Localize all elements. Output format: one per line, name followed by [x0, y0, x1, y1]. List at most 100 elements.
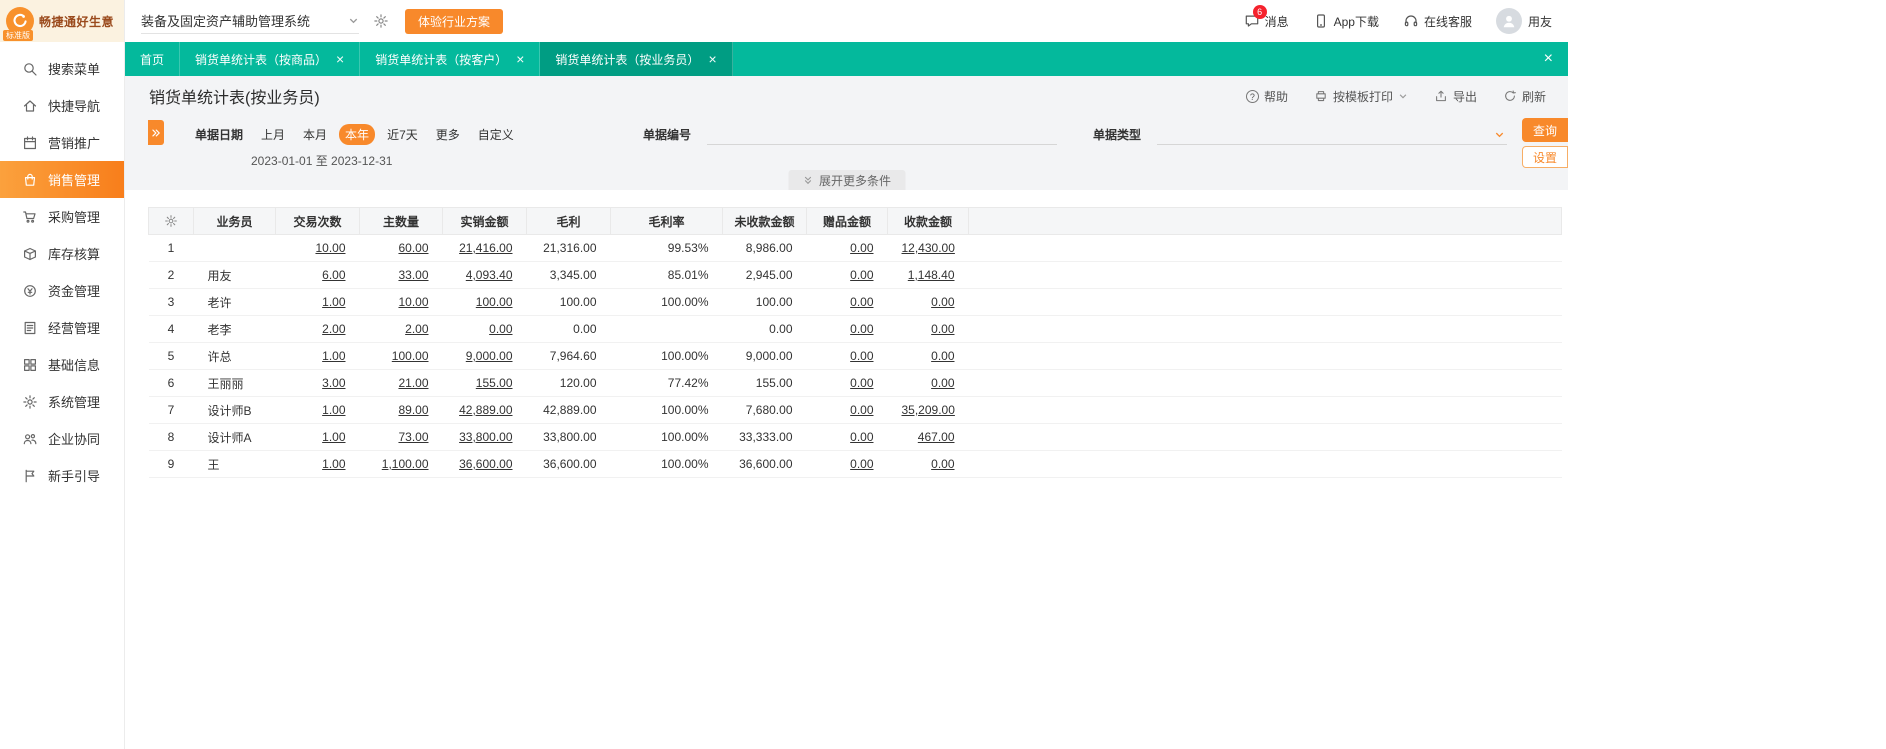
date-option-上月[interactable]: 上月 [255, 124, 291, 145]
settings-button[interactable]: 设置 [1522, 146, 1568, 168]
date-option-近7天[interactable]: 近7天 [381, 124, 424, 145]
drilldown-link[interactable]: 0.00 [850, 241, 873, 255]
tab-close-icon[interactable]: × [516, 52, 524, 66]
tab-0[interactable]: 首页 [125, 42, 181, 76]
sidebar-item-快捷导航[interactable]: 快捷导航 [0, 87, 124, 124]
drilldown-link[interactable]: 0.00 [850, 268, 873, 282]
sidebar-item-新手引导[interactable]: 新手引导 [0, 457, 124, 494]
workspace-settings-gear-icon[interactable] [373, 13, 389, 29]
drilldown-link[interactable]: 60.00 [398, 241, 428, 255]
industry-solution-button[interactable]: 体验行业方案 [405, 8, 504, 34]
online-service-button[interactable]: 在线客服 [1403, 13, 1472, 30]
close-all-tabs-icon[interactable]: × [1529, 42, 1568, 76]
column-header-未收款金额[interactable]: 未收款金额 [722, 207, 807, 235]
tab-2[interactable]: 销货单统计表（按客户） × [360, 42, 541, 76]
app-download-button[interactable]: App下载 [1313, 13, 1379, 30]
drilldown-link[interactable]: 467.00 [918, 430, 955, 444]
date-option-自定义[interactable]: 自定义 [472, 124, 520, 145]
drilldown-link[interactable]: 6.00 [322, 268, 345, 282]
drilldown-link[interactable]: 12,430.00 [902, 241, 955, 255]
tab-3[interactable]: 销货单统计表（按业务员） × [540, 42, 733, 76]
drilldown-link[interactable]: 1.00 [322, 430, 345, 444]
drilldown-link[interactable]: 2.00 [405, 322, 428, 336]
drilldown-link[interactable]: 0.00 [850, 430, 873, 444]
drilldown-link[interactable]: 1.00 [322, 403, 345, 417]
drilldown-link[interactable]: 100.00 [476, 295, 513, 309]
sidebar-item-搜索菜单[interactable]: 搜索菜单 [0, 50, 124, 87]
drilldown-link[interactable]: 21,416.00 [459, 241, 512, 255]
date-option-本月[interactable]: 本月 [297, 124, 333, 145]
sidebar-item-经营管理[interactable]: 经营管理 [0, 309, 124, 346]
tab-1[interactable]: 销货单统计表（按商品） × [180, 42, 361, 76]
column-header-实销金额[interactable]: 实销金额 [442, 207, 527, 235]
refresh-button[interactable]: 刷新 [1503, 88, 1546, 105]
date-option-更多[interactable]: 更多 [430, 124, 466, 145]
product-select[interactable]: 装备及固定资产辅助管理系统 [141, 8, 359, 34]
doc-no-input[interactable] [707, 124, 1058, 145]
drilldown-link[interactable]: 73.00 [398, 430, 428, 444]
drilldown-link[interactable]: 0.00 [489, 322, 512, 336]
drilldown-link[interactable]: 10.00 [315, 241, 345, 255]
export-button[interactable]: 导出 [1434, 88, 1477, 105]
drilldown-link[interactable]: 1,148.40 [908, 268, 955, 282]
drilldown-link[interactable]: 0.00 [931, 295, 954, 309]
column-header-业务员[interactable]: 业务员 [193, 207, 276, 235]
drilldown-link[interactable]: 33.00 [398, 268, 428, 282]
drilldown-link[interactable]: 42,889.00 [459, 403, 512, 417]
doc-type-select[interactable] [1157, 124, 1508, 145]
drilldown-link[interactable]: 89.00 [398, 403, 428, 417]
drilldown-link[interactable]: 10.00 [398, 295, 428, 309]
drilldown-link[interactable]: 0.00 [850, 322, 873, 336]
sidebar-item-资金管理[interactable]: 资金管理 [0, 272, 124, 309]
drilldown-link[interactable]: 0.00 [931, 376, 954, 390]
drilldown-link[interactable]: 1.00 [322, 349, 345, 363]
sidebar-item-销售管理[interactable]: 销售管理 [0, 161, 124, 198]
column-header-毛利率[interactable]: 毛利率 [610, 207, 723, 235]
column-header-收款金额[interactable]: 收款金额 [887, 207, 969, 235]
column-header-毛利[interactable]: 毛利 [526, 207, 611, 235]
drilldown-link[interactable]: 0.00 [850, 457, 873, 471]
sidebar-item-基础信息[interactable]: 基础信息 [0, 346, 124, 383]
drilldown-link[interactable]: 4,093.40 [466, 268, 513, 282]
column-header-交易次数[interactable]: 交易次数 [275, 207, 360, 235]
drilldown-link[interactable]: 1,100.00 [382, 457, 429, 471]
date-range-value[interactable]: 2023-01-01 至 2023-12-31 [251, 152, 520, 169]
sidebar-item-系统管理[interactable]: 系统管理 [0, 383, 124, 420]
drilldown-link[interactable]: 9,000.00 [466, 349, 513, 363]
tab-close-icon[interactable]: × [336, 52, 344, 66]
sidebar-item-企业协同[interactable]: 企业协同 [0, 420, 124, 457]
query-button[interactable]: 查询 [1522, 118, 1568, 142]
column-config-gear-icon[interactable] [148, 207, 194, 235]
sidebar-item-采购管理[interactable]: 采购管理 [0, 198, 124, 235]
drilldown-link[interactable]: 1.00 [322, 295, 345, 309]
drilldown-link[interactable]: 0.00 [931, 349, 954, 363]
drilldown-link[interactable]: 0.00 [931, 322, 954, 336]
help-button[interactable]: ? 帮助 [1245, 88, 1288, 105]
drilldown-link[interactable]: 2.00 [322, 322, 345, 336]
print-template-button[interactable]: 按模板打印 [1314, 88, 1408, 105]
user-menu[interactable]: 用友 [1495, 8, 1552, 34]
drilldown-link[interactable]: 21.00 [398, 376, 428, 390]
drilldown-link[interactable]: 0.00 [931, 457, 954, 471]
cell-赠品金额: 0.00 [806, 342, 888, 370]
expand-more-button[interactable]: 展开更多条件 [787, 170, 906, 190]
drilldown-link[interactable]: 100.00 [392, 349, 429, 363]
drilldown-link[interactable]: 35,209.00 [902, 403, 955, 417]
drilldown-link[interactable]: 0.00 [850, 295, 873, 309]
drilldown-link[interactable]: 1.00 [322, 457, 345, 471]
drilldown-link[interactable]: 33,800.00 [459, 430, 512, 444]
drilldown-link[interactable]: 3.00 [322, 376, 345, 390]
sidebar-item-营销推广[interactable]: 营销推广 [0, 124, 124, 161]
column-header-主数量[interactable]: 主数量 [359, 207, 443, 235]
drilldown-link[interactable]: 0.00 [850, 403, 873, 417]
drilldown-link[interactable]: 36,600.00 [459, 457, 512, 471]
drilldown-link[interactable]: 0.00 [850, 349, 873, 363]
sidebar-item-库存核算[interactable]: 库存核算 [0, 235, 124, 272]
drilldown-link[interactable]: 155.00 [476, 376, 513, 390]
collapse-filter-button[interactable] [148, 120, 164, 145]
date-option-本年[interactable]: 本年 [339, 124, 376, 145]
drilldown-link[interactable]: 0.00 [850, 376, 873, 390]
column-header-赠品金额[interactable]: 赠品金额 [806, 207, 888, 235]
messages-button[interactable]: 6 消息 [1244, 4, 1289, 30]
tab-close-icon[interactable]: × [708, 52, 716, 66]
